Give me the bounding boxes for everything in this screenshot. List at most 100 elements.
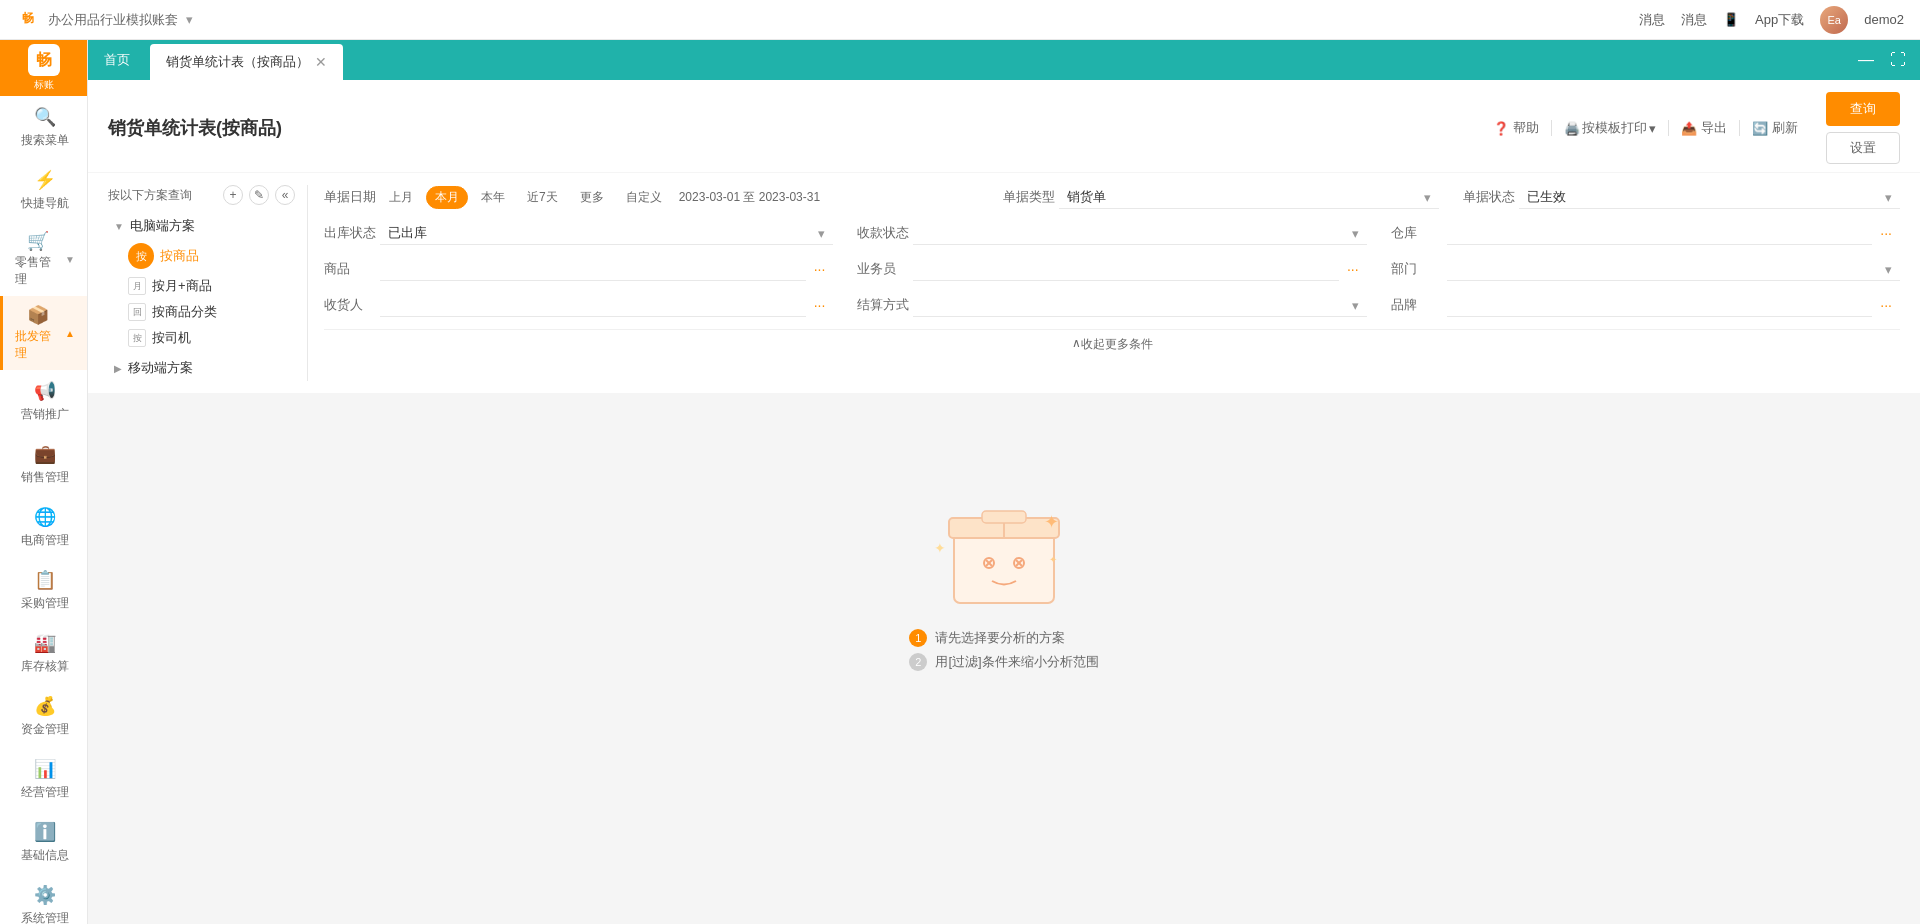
refresh-icon: 🔄: [1752, 121, 1768, 136]
date-custom-btn[interactable]: 自定义: [617, 186, 671, 209]
settlement-label: 结算方式: [857, 296, 913, 314]
query-btn[interactable]: 查询: [1826, 92, 1900, 126]
tab-active-label: 销货单统计表（按商品）: [166, 53, 309, 71]
doc-type-select[interactable]: 销货单: [1059, 185, 1440, 209]
consignee-input[interactable]: [380, 293, 806, 317]
scheme-month-icon: 月: [128, 277, 146, 295]
filter-date-field: 单据日期 上月 本月 本年 近7天 更多 自定义: [324, 186, 979, 209]
help-btn[interactable]: ❓ 帮助: [1493, 119, 1539, 137]
scheme-panel: 按以下方案查询 + ✎ «: [108, 185, 308, 381]
main-layout: 畅 标账 🔍 搜索菜单 ⚡ 快捷导航 🛒 零售管理 ▼ 📦 批发管理 ▲: [0, 40, 1920, 924]
date-this-month-btn[interactable]: 本月: [426, 186, 468, 209]
sidebar-item-operations[interactable]: 📊 经营管理: [0, 748, 87, 811]
app-download-btn[interactable]: App下载: [1755, 11, 1804, 29]
department-label: 部门: [1391, 260, 1447, 278]
tab-home[interactable]: 首页: [88, 40, 146, 80]
sidebar-item-marketing[interactable]: 📢 营销推广: [0, 370, 87, 433]
payment-status-select[interactable]: [913, 221, 1366, 245]
scheme-by-cashier[interactable]: 按 按司机: [108, 325, 295, 351]
warehouse-dots[interactable]: ···: [1872, 225, 1900, 241]
date-this-year-btn[interactable]: 本年: [472, 186, 514, 209]
scheme-add-btn[interactable]: +: [223, 185, 243, 205]
scheme-by-category[interactable]: 回 按商品分类: [108, 299, 295, 325]
date-7days-btn[interactable]: 近7天: [518, 186, 567, 209]
date-last-month-btn[interactable]: 上月: [380, 186, 422, 209]
filter-collapse-btn[interactable]: ∧ 收起更多条件: [324, 329, 1900, 359]
date-more-btn[interactable]: 更多: [571, 186, 613, 209]
tab-maximize-btn[interactable]: ⛶: [1884, 46, 1912, 74]
sidebar-item-ecommerce[interactable]: 🌐 电商管理: [0, 496, 87, 559]
empty-state: ✦ ✦ ✦ 1 请先选择要分析的方案 2 用[过滤]条件来缩小分析范围: [88, 393, 1920, 751]
consignee-label: 收货人: [324, 296, 380, 314]
sidebar-item-inventory[interactable]: 🏭 库存核算: [0, 622, 87, 685]
salesperson-dots[interactable]: ···: [1339, 261, 1367, 277]
scheme-desktop-group[interactable]: ▼ 电脑端方案: [108, 213, 295, 239]
finance-icon: 💰: [34, 695, 56, 717]
print-dropdown-icon: ▾: [1649, 121, 1656, 136]
user-avatar[interactable]: Ea: [1820, 6, 1848, 34]
sidebar-item-basic[interactable]: ℹ️ 基础信息: [0, 811, 87, 874]
brand-dots[interactable]: ···: [1872, 297, 1900, 313]
sidebar-item-label: 基础信息: [21, 847, 69, 864]
salesperson-input[interactable]: [913, 257, 1339, 281]
sidebar-item-procurement[interactable]: 📋 采购管理: [0, 559, 87, 622]
sidebar-item-search[interactable]: 🔍 搜索菜单: [0, 96, 87, 159]
sidebar-item-wholesale[interactable]: 📦 批发管理 ▲: [0, 296, 87, 370]
product-dots[interactable]: ···: [806, 261, 834, 277]
sidebar-item-label: 批发管理: [15, 328, 61, 362]
refresh-btn[interactable]: 🔄 刷新: [1752, 119, 1798, 137]
brand-input[interactable]: [1447, 293, 1873, 317]
svg-rect-3: [982, 511, 1026, 523]
sidebar: 畅 标账 🔍 搜索菜单 ⚡ 快捷导航 🛒 零售管理 ▼ 📦 批发管理 ▲: [0, 40, 88, 924]
sidebar-item-label: 经营管理: [21, 784, 69, 801]
sidebar-item-sales[interactable]: 💼 销售管理: [0, 433, 87, 496]
doc-status-label: 单据状态: [1463, 188, 1519, 206]
sidebar-item-retail[interactable]: 🛒 零售管理 ▼: [0, 222, 87, 296]
scheme-by-product[interactable]: 按 按商品: [108, 239, 295, 273]
search-icon: 🔍: [34, 106, 56, 128]
scheme-collapse-btn[interactable]: «: [275, 185, 295, 205]
export-label: 导出: [1701, 119, 1727, 137]
scheme-label: 按司机: [152, 329, 191, 347]
product-label: 商品: [324, 260, 380, 278]
ecommerce-icon: 🌐: [34, 506, 56, 528]
doc-status-select[interactable]: 已生效: [1519, 185, 1900, 209]
help-icon: ❓: [1493, 121, 1509, 136]
stock-status-select[interactable]: 已出库: [380, 221, 833, 245]
scheme-label: 按商品分类: [152, 303, 217, 321]
export-btn[interactable]: 📤 导出: [1681, 119, 1727, 137]
divider-1: [1551, 120, 1552, 136]
tab-close-btn[interactable]: ✕: [315, 54, 327, 70]
messages-btn[interactable]: 消息: [1639, 11, 1665, 29]
scheme-mobile-group[interactable]: ▶ 移动端方案: [108, 355, 295, 381]
settlement-select[interactable]: [913, 293, 1366, 317]
tab-bar-actions: — ⛶: [1852, 46, 1920, 74]
payment-status-label: 收款状态: [857, 224, 913, 242]
retail-icon: 🛒: [27, 230, 49, 252]
sidebar-item-label: 电商管理: [21, 532, 69, 549]
stock-status-label: 出库状态: [324, 224, 380, 242]
sidebar-item-finance[interactable]: 💰 资金管理: [0, 685, 87, 748]
scheme-edit-btn[interactable]: ✎: [249, 185, 269, 205]
scheme-by-month-product[interactable]: 月 按月+商品: [108, 273, 295, 299]
sales-icon: 💼: [34, 443, 56, 465]
warehouse-input[interactable]: [1447, 221, 1873, 245]
sidebar-item-system[interactable]: ⚙️ 系统管理: [0, 874, 87, 924]
logo-icon: 畅: [28, 44, 60, 76]
consignee-dots[interactable]: ···: [806, 297, 834, 313]
date-range: 2023-03-01 至 2023-03-31: [679, 189, 820, 206]
top-header: 畅 办公用品行业模拟账套 ▾ 消息 消息 📱 App下载 Ea demo2: [0, 0, 1920, 40]
department-select[interactable]: [1447, 257, 1900, 281]
industry-dropdown-icon[interactable]: ▾: [186, 12, 193, 27]
app-logo-icon: 畅: [16, 7, 40, 31]
scheme-panel-header: 按以下方案查询 + ✎ «: [108, 185, 295, 205]
tab-active[interactable]: 销货单统计表（按商品） ✕: [150, 44, 343, 80]
product-input[interactable]: [380, 257, 806, 281]
wholesale-expand-icon: ▲: [65, 328, 75, 339]
scheme-category-icon: 回: [128, 303, 146, 321]
print-btn[interactable]: 🖨️ 按模板打印 ▾: [1564, 119, 1656, 137]
settings-btn[interactable]: 设置: [1826, 132, 1900, 164]
sidebar-item-quick-nav[interactable]: ⚡ 快捷导航: [0, 159, 87, 222]
messages-label-text[interactable]: 消息: [1681, 11, 1707, 29]
tab-minimize-btn[interactable]: —: [1852, 46, 1880, 74]
